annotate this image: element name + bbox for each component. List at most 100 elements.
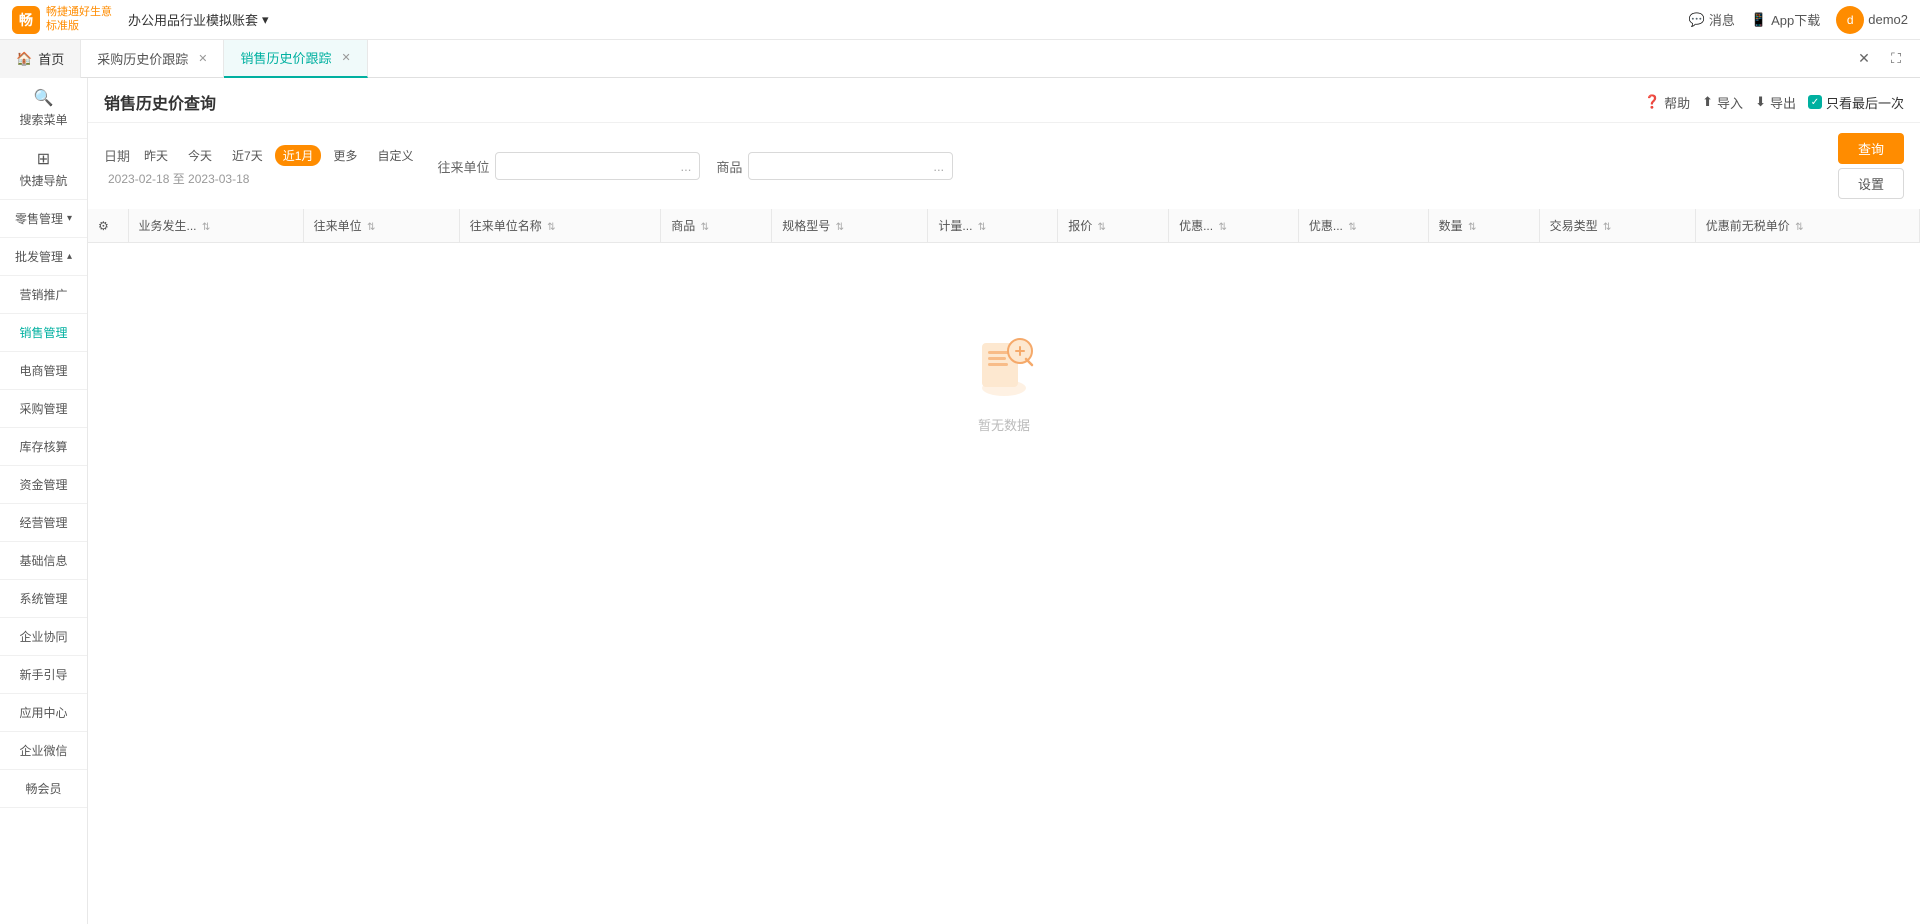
sort-icon: ⇅ [1348, 222, 1356, 233]
col-discount2[interactable]: 优惠... ⇅ [1298, 209, 1428, 243]
sort-icon: ⇅ [1795, 222, 1803, 233]
avatar: d [1836, 6, 1864, 34]
date-filter: 昨天 今天 近7天 近1月 更多 自定义 [136, 145, 421, 166]
search-bar: 日期 昨天 今天 近7天 近1月 更多 自定义 2023-02-18 至 202… [88, 123, 1920, 209]
only-last-checkbox[interactable]: ✓ 只看最后一次 [1808, 93, 1904, 112]
import-btn[interactable]: ⬆ 导入 [1702, 93, 1743, 112]
help-btn[interactable]: ❓ 帮助 [1644, 93, 1690, 112]
date-btn-custom[interactable]: 自定义 [369, 145, 421, 166]
chevron-down-icon: ▾ [262, 12, 269, 28]
page-container: 销售历史价查询 ❓ 帮助 ⬆ 导入 ⬇ 导出 ✓ [88, 78, 1920, 924]
col-spec[interactable]: 规格型号 ⇅ [772, 209, 928, 243]
date-btn-more[interactable]: 更多 [325, 145, 365, 166]
sidebar-item-purchase-mgmt[interactable]: 采购管理 [0, 390, 87, 428]
maximize-btn[interactable]: ⛶ [1884, 47, 1908, 71]
app-selector[interactable]: 办公用品行业模拟账套 ▾ [120, 10, 277, 29]
search-icon: 🔍 [34, 88, 54, 108]
date-range-display: 2023-02-18 至 2023-03-18 [104, 170, 421, 187]
sort-icon: ⇅ [836, 222, 844, 233]
close-all-tabs-btn[interactable]: ✕ [1852, 47, 1876, 71]
sidebar-item-enterprise-wechat[interactable]: 企业微信 [0, 732, 87, 770]
tab-sales-history[interactable]: 销售历史价跟踪 ✕ [224, 40, 367, 78]
partner-input[interactable]: ... [495, 152, 700, 180]
col-unit[interactable]: 计量... ⇅ [928, 209, 1058, 243]
page-header-actions: ❓ 帮助 ⬆ 导入 ⬇ 导出 ✓ 只看最后一次 [1644, 93, 1904, 112]
sidebar-item-quick-nav[interactable]: ⊞ 快捷导航 [0, 139, 87, 200]
logo-text: 畅捷通好生意 标准版 [46, 6, 112, 32]
quick-nav-icon: ⊞ [37, 149, 50, 169]
export-icon: ⬇ [1755, 94, 1766, 110]
help-icon: ❓ [1644, 94, 1660, 110]
checkbox-checked-icon: ✓ [1808, 95, 1822, 109]
sidebar-item-basic-info[interactable]: 基础信息 [0, 542, 87, 580]
table-header: ⚙ 业务发生... ⇅ 往来单位 ⇅ 往来单位名称 [88, 209, 1920, 243]
sort-icon: ⇅ [202, 222, 210, 233]
message-btn[interactable]: 💬 消息 [1689, 10, 1735, 29]
goods-field: 商品 ... [716, 152, 953, 180]
sidebar-item-inventory[interactable]: 库存核算 [0, 428, 87, 466]
data-table: ⚙ 业务发生... ⇅ 往来单位 ⇅ 往来单位名称 [88, 209, 1920, 243]
sidebar-item-beginner-guide[interactable]: 新手引导 [0, 656, 87, 694]
sidebar-item-marketing[interactable]: 营销推广 [0, 276, 87, 314]
app-download-btn[interactable]: 📱 App下载 [1751, 10, 1820, 29]
sidebar-item-member[interactable]: 畅会员 [0, 770, 87, 808]
topbar-right: 💬 消息 📱 App下载 d demo2 [1689, 6, 1908, 34]
col-business-date[interactable]: 业务发生... ⇅ [128, 209, 303, 243]
col-goods[interactable]: 商品 ⇅ [661, 209, 772, 243]
date-btn-1month[interactable]: 近1月 [275, 145, 322, 166]
sort-icon: ⇅ [1468, 222, 1476, 233]
sidebar-item-retail-mgmt[interactable]: 零售管理 ▾ [0, 200, 87, 238]
settings-button[interactable]: 设置 [1838, 168, 1904, 199]
goods-text-input[interactable] [757, 159, 933, 174]
sidebar-item-system-mgmt[interactable]: 系统管理 [0, 580, 87, 618]
sidebar-item-app-center[interactable]: 应用中心 [0, 694, 87, 732]
query-button[interactable]: 查询 [1838, 133, 1904, 164]
sort-icon: ⇅ [367, 222, 375, 233]
sidebar-item-search-menu[interactable]: 🔍 搜索菜单 [0, 78, 87, 139]
home-icon: 🏠 [16, 51, 32, 67]
sidebar-item-enterprise-collab[interactable]: 企业协同 [0, 618, 87, 656]
col-pre-tax-price[interactable]: 优惠前无税单价 ⇅ [1695, 209, 1919, 243]
sidebar-item-finance-mgmt[interactable]: 资金管理 [0, 466, 87, 504]
user-menu[interactable]: d demo2 [1836, 6, 1908, 34]
col-trade-type[interactable]: 交易类型 ⇅ [1539, 209, 1695, 243]
sort-icon: ⇅ [701, 222, 709, 233]
empty-state: 暂无数据 [88, 243, 1920, 514]
col-discount1[interactable]: 优惠... ⇅ [1169, 209, 1299, 243]
partner-picker-icon[interactable]: ... [680, 159, 691, 174]
chevron-down-icon: ▾ [67, 213, 72, 224]
sidebar-item-sales-mgmt[interactable]: 销售管理 [0, 314, 87, 352]
content-area: 销售历史价查询 ❓ 帮助 ⬆ 导入 ⬇ 导出 ✓ [88, 78, 1920, 924]
col-quote[interactable]: 报价 ⇅ [1058, 209, 1169, 243]
col-settings[interactable]: ⚙ [88, 209, 128, 243]
close-sales-tab-icon[interactable]: ✕ [341, 51, 350, 64]
col-partner-name[interactable]: 往来单位名称 ⇅ [459, 209, 661, 243]
sort-icon: ⇅ [1218, 222, 1226, 233]
sort-icon: ⇅ [978, 222, 986, 233]
gear-icon: ⚙ [98, 219, 109, 233]
tab-home[interactable]: 🏠 首页 [0, 40, 81, 78]
tab-purchase-history[interactable]: 采购历史价跟踪 ✕ [81, 40, 224, 78]
sidebar-item-wholesale-mgmt[interactable]: 批发管理 ▴ [0, 238, 87, 276]
empty-text: 暂无数据 [978, 415, 1030, 434]
export-btn[interactable]: ⬇ 导出 [1755, 93, 1796, 112]
partner-text-input[interactable] [504, 159, 680, 174]
message-icon: 💬 [1689, 12, 1705, 28]
date-btn-yesterday[interactable]: 昨天 [136, 145, 176, 166]
import-icon: ⬆ [1702, 94, 1713, 110]
date-btn-today[interactable]: 今天 [180, 145, 220, 166]
sidebar-item-ecommerce-mgmt[interactable]: 电商管理 [0, 352, 87, 390]
col-quantity[interactable]: 数量 ⇅ [1428, 209, 1539, 243]
empty-icon [964, 323, 1044, 403]
date-filter-row: 日期 昨天 今天 近7天 近1月 更多 自定义 [104, 145, 421, 166]
goods-input[interactable]: ... [748, 152, 953, 180]
sort-icon: ⇅ [1098, 222, 1106, 233]
sidebar-item-ops-mgmt[interactable]: 经营管理 [0, 504, 87, 542]
goods-picker-icon[interactable]: ... [933, 159, 944, 174]
topbar: 畅 畅捷通好生意 标准版 办公用品行业模拟账套 ▾ 💬 消息 📱 App下载 d… [0, 0, 1920, 40]
sort-icon: ⇅ [1603, 222, 1611, 233]
chevron-up-icon: ▴ [67, 251, 72, 262]
close-purchase-tab-icon[interactable]: ✕ [198, 52, 207, 65]
col-partner-code[interactable]: 往来单位 ⇅ [303, 209, 459, 243]
date-btn-7days[interactable]: 近7天 [224, 145, 271, 166]
